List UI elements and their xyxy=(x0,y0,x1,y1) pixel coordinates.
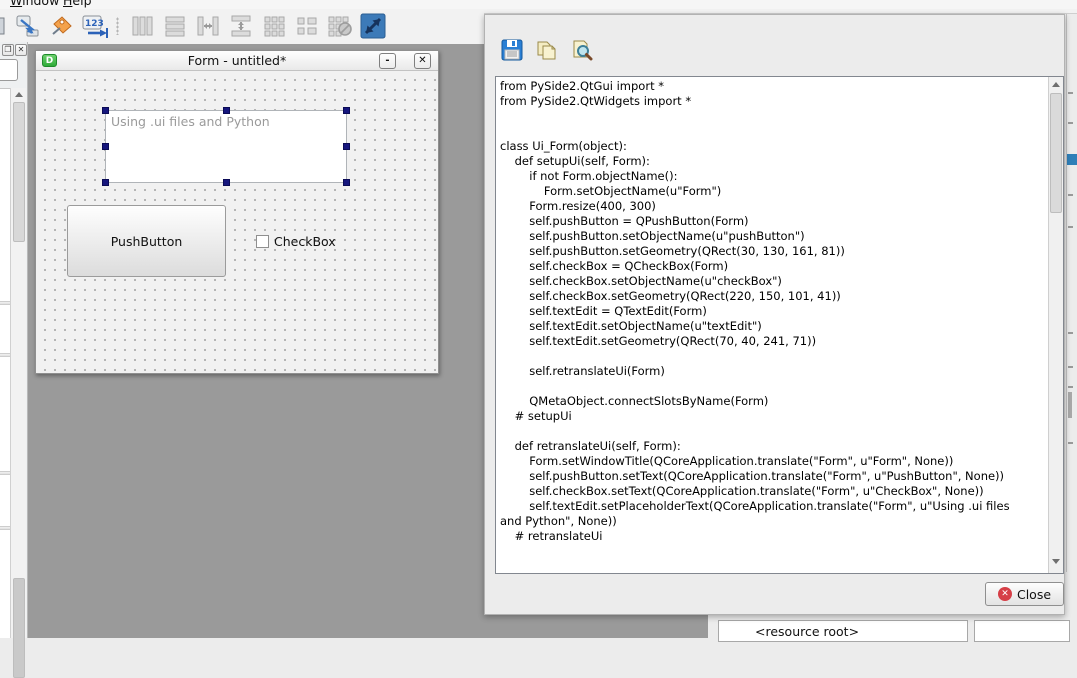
svg-text:123: 123 xyxy=(85,19,104,29)
widget-category-divider xyxy=(0,471,10,475)
close-button-label: Close xyxy=(1017,587,1051,602)
widget-filter-input[interactable] xyxy=(0,59,18,81)
dialog-toolbar xyxy=(499,37,595,63)
form-window-titlebar[interactable]: D Form - untitled* - ✕ xyxy=(36,51,438,71)
layout-horizontal-button[interactable] xyxy=(128,12,156,40)
copy-icon xyxy=(535,39,559,61)
find-button[interactable] xyxy=(569,37,595,63)
edit-widgets-button[interactable] xyxy=(0,12,8,40)
resource-tree[interactable]: <resource root> xyxy=(718,620,968,642)
widget-category-divider xyxy=(0,526,10,530)
resource-preview-pane xyxy=(974,620,1070,642)
find-icon xyxy=(570,39,594,61)
form-designer-window[interactable]: D Form - untitled* - ✕ Using .ui files a… xyxy=(35,50,439,374)
designer-form-icon: D xyxy=(42,54,57,67)
menu-bar: Window Help xyxy=(0,0,1077,9)
pushbutton-label: PushButton xyxy=(111,234,183,249)
scroll-down-icon[interactable] xyxy=(1052,559,1060,564)
dock-float-button[interactable]: ❐ xyxy=(2,44,14,56)
layout-splitter-horizontal-icon xyxy=(196,14,220,38)
widget-list-scrollbar[interactable] xyxy=(10,88,26,638)
resize-handle-ne[interactable] xyxy=(343,107,350,114)
selected-property-row[interactable] xyxy=(1067,154,1077,165)
property-scroll-thumb[interactable] xyxy=(1068,392,1072,418)
checkbox-label: CheckBox xyxy=(274,234,336,249)
main-toolbar: 123 xyxy=(0,9,484,44)
close-button[interactable]: ✕ Close xyxy=(985,582,1064,606)
close-button-icon: ✕ xyxy=(998,587,1012,601)
scrollbar-track-end xyxy=(13,578,25,678)
resize-handle-e[interactable] xyxy=(343,143,350,150)
scroll-up-icon[interactable] xyxy=(1052,82,1060,87)
copy-button[interactable] xyxy=(534,37,560,63)
menu-help[interactable]: Help xyxy=(63,0,92,8)
layout-splitter-vertical-button[interactable] xyxy=(227,12,255,40)
textedit-widget[interactable]: Using .ui files and Python xyxy=(105,110,347,183)
resize-handle-n[interactable] xyxy=(223,107,230,114)
edit-tab-order-icon: 123 xyxy=(82,14,108,38)
layout-splitter-vertical-icon xyxy=(229,14,253,38)
break-layout-button[interactable] xyxy=(326,12,354,40)
layout-splitter-horizontal-button[interactable] xyxy=(194,12,222,40)
save-icon xyxy=(501,39,523,61)
form-window-title: Form - untitled* xyxy=(36,53,438,68)
widget-list[interactable] xyxy=(0,88,10,638)
resize-handle-se[interactable] xyxy=(343,179,350,186)
dock-close-button[interactable]: ✕ xyxy=(15,44,27,56)
resource-root-item[interactable]: <resource root> xyxy=(755,624,967,639)
resize-handle-w[interactable] xyxy=(102,143,109,150)
edit-signals-slots-icon xyxy=(16,14,40,38)
layout-vertical-button[interactable] xyxy=(161,12,189,40)
layout-form-icon xyxy=(295,14,319,38)
edit-signals-slots-button[interactable] xyxy=(14,12,42,40)
generated-python-code[interactable]: from PySide2.QtGui import * from PySide2… xyxy=(500,79,1045,571)
resize-handle-sw[interactable] xyxy=(102,179,109,186)
adjust-size-button[interactable] xyxy=(359,12,387,40)
resize-handle-nw[interactable] xyxy=(102,107,109,114)
checkbox-widget[interactable]: CheckBox xyxy=(256,234,336,249)
form-canvas[interactable]: Using .ui files and Python PushButton Ch… xyxy=(36,71,438,373)
break-layout-icon xyxy=(327,14,353,38)
layout-horizontal-icon xyxy=(130,14,154,38)
pushbutton-widget[interactable]: PushButton xyxy=(67,205,226,277)
code-view[interactable]: from PySide2.QtGui import * from PySide2… xyxy=(495,76,1064,574)
menu-window[interactable]: Window xyxy=(10,0,59,8)
code-preview-dialog: from PySide2.QtGui import * from PySide2… xyxy=(484,14,1065,615)
toolbar-separator xyxy=(116,17,119,35)
scrollbar-thumb[interactable] xyxy=(13,102,25,242)
property-editor-sliver xyxy=(1066,14,1077,572)
checkbox-indicator[interactable] xyxy=(256,235,269,248)
scroll-up-icon[interactable] xyxy=(15,92,23,97)
code-scrollbar[interactable] xyxy=(1048,77,1063,573)
widget-category-divider xyxy=(0,301,10,305)
layout-vertical-icon xyxy=(163,14,187,38)
adjust-size-icon xyxy=(360,13,386,39)
textedit-placeholder: Using .ui files and Python xyxy=(111,114,270,129)
edit-buddies-icon xyxy=(50,14,74,38)
widget-category-divider xyxy=(0,353,10,357)
edit-widgets-icon xyxy=(0,14,6,38)
form-close-button[interactable]: ✕ xyxy=(414,53,431,69)
layout-form-button[interactable] xyxy=(293,12,321,40)
code-scrollbar-thumb[interactable] xyxy=(1050,93,1062,213)
form-minimize-button[interactable]: - xyxy=(379,53,396,69)
edit-buddies-button[interactable] xyxy=(48,12,76,40)
layout-grid-icon xyxy=(262,14,286,38)
resize-handle-s[interactable] xyxy=(223,179,230,186)
edit-tab-order-button[interactable]: 123 xyxy=(81,12,109,40)
save-button[interactable] xyxy=(499,37,525,63)
widget-box-panel: ❐ ✕ xyxy=(0,42,28,638)
layout-grid-button[interactable] xyxy=(260,12,288,40)
